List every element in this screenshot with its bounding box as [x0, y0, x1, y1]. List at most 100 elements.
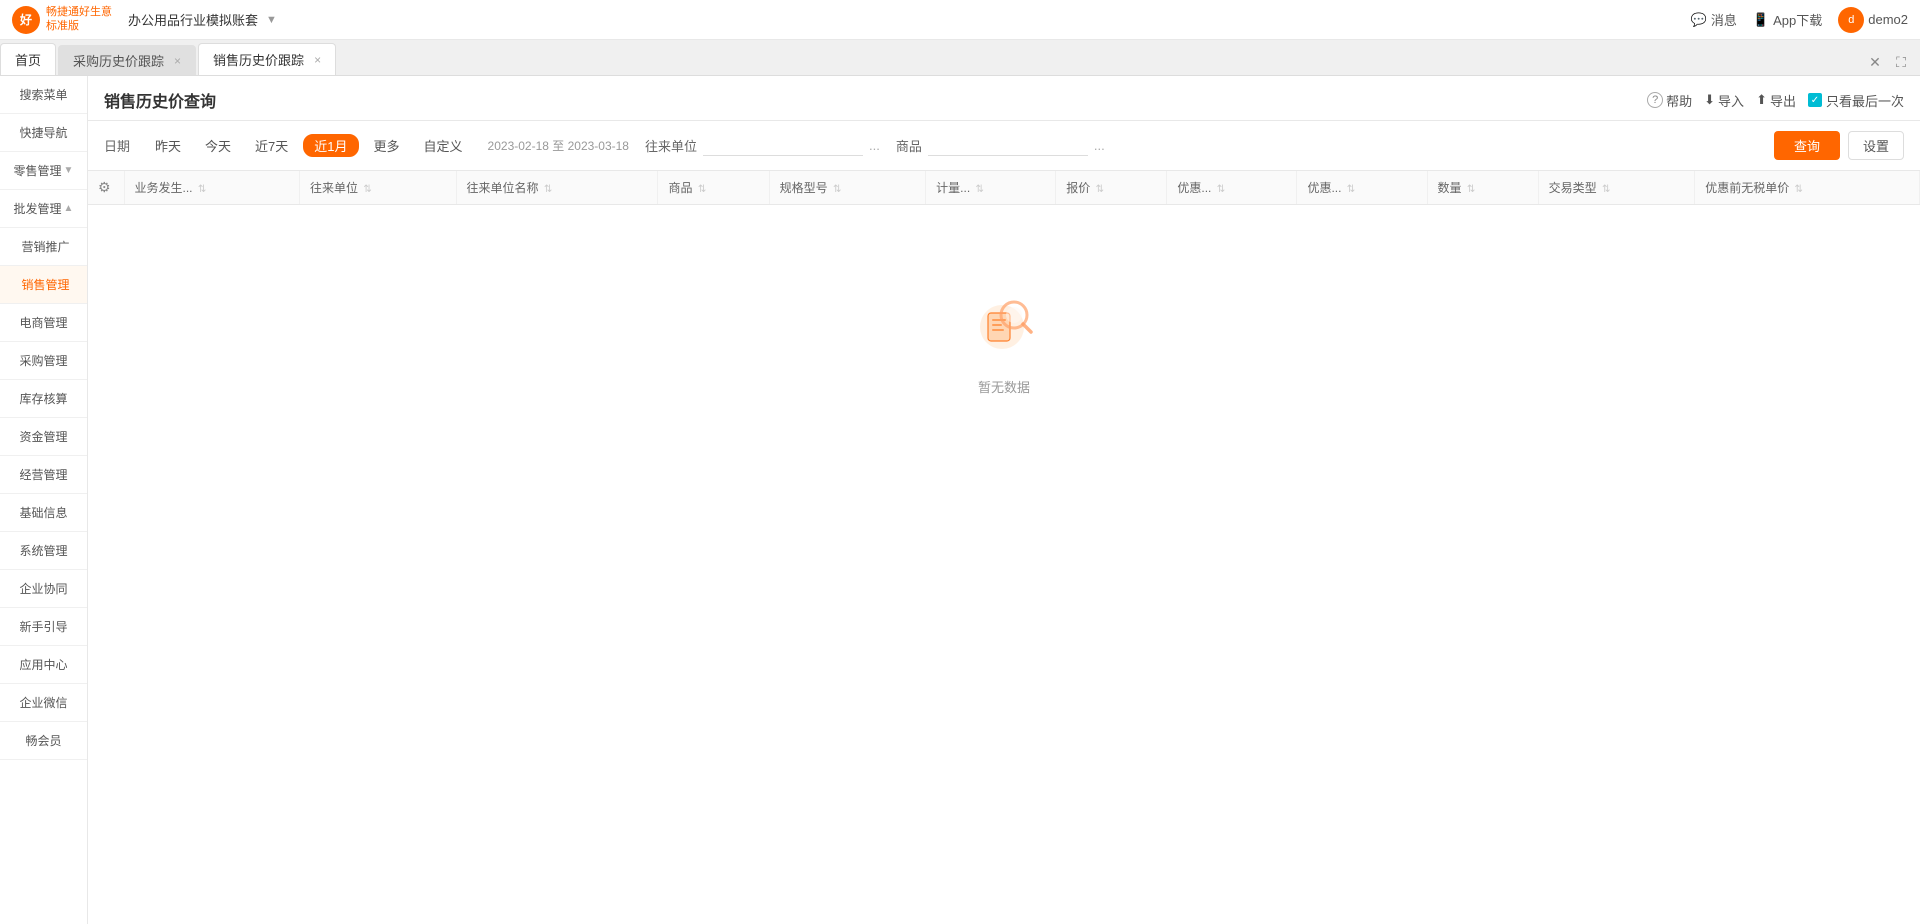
sort-biz-date-icon: ⇅ [198, 184, 206, 195]
th-quantity[interactable]: 数量 ⇅ [1427, 171, 1538, 205]
sidebar-item-inventory[interactable]: 库存核算 [0, 380, 87, 418]
filter-area: 日期 昨天 今天 近7天 近1月 更多 自定义 2023-02-18 至 202… [88, 121, 1920, 171]
help-btn[interactable]: ? 帮助 [1647, 91, 1692, 110]
page-title: 销售历史价查询 [104, 88, 216, 112]
sidebar-item-system[interactable]: 系统管理 [0, 532, 87, 570]
sort-trade-type-icon: ⇅ [1602, 184, 1610, 195]
page-header: 销售历史价查询 ? 帮助 ⬇ 导入 ⬆ 导出 只看最后一次 [88, 76, 1920, 121]
th-biz-date[interactable]: 业务发生... ⇅ [124, 171, 299, 205]
sort-spec-icon: ⇅ [833, 184, 841, 195]
help-icon: ? [1647, 92, 1663, 108]
tab-sales-history[interactable]: 销售历史价跟踪 × [198, 43, 336, 75]
main-layout: 搜索菜单 快捷导航 零售管理 ▼ 批发管理 ▲ 营销推广 销售管理 电商管理 采… [0, 76, 1920, 924]
sort-partner-name-icon: ⇅ [544, 184, 552, 195]
logo-icon: 好 [12, 6, 40, 34]
app-download-icon: 📱 [1753, 12, 1769, 28]
close-all-tabs-btn[interactable]: ✕ [1864, 51, 1886, 73]
export-btn[interactable]: ⬆ 导出 [1756, 91, 1796, 110]
data-table: ⚙ 业务发生... ⇅ 往来单位 ⇅ 往来单位名称 ⇅ [88, 171, 1920, 205]
date-yesterday-btn[interactable]: 昨天 [146, 133, 190, 158]
sort-discount1-icon: ⇅ [1217, 184, 1225, 195]
th-partner-code[interactable]: 往来单位 ⇅ [299, 171, 456, 205]
table-container: ⚙ 业务发生... ⇅ 往来单位 ⇅ 往来单位名称 ⇅ [88, 171, 1920, 924]
date-filter-label: 日期 [104, 136, 130, 155]
sidebar-item-search-menu[interactable]: 搜索菜单 [0, 76, 87, 114]
goods-filter-input[interactable] [928, 136, 1088, 156]
sidebar-item-quick-nav[interactable]: 快捷导航 [0, 114, 87, 152]
only-last-checkbox-label[interactable]: 只看最后一次 [1808, 91, 1904, 110]
date-last7-btn[interactable]: 近7天 [246, 133, 297, 158]
content: 销售历史价查询 ? 帮助 ⬇ 导入 ⬆ 导出 只看最后一次 [88, 76, 1920, 924]
th-pre-tax-price[interactable]: 优惠前无税单价 ⇅ [1695, 171, 1920, 205]
th-quote[interactable]: 报价 ⇅ [1056, 171, 1167, 205]
partner-filter-input[interactable] [703, 136, 863, 156]
chevron-up-icon: ▲ [64, 203, 74, 214]
th-unit[interactable]: 计量... ⇅ [926, 171, 1056, 205]
sort-unit-icon: ⇅ [976, 184, 984, 195]
sidebar-item-ecommerce[interactable]: 电商管理 [0, 304, 87, 342]
goods-filter-dots[interactable]: ... [1094, 138, 1105, 153]
table-header-row: ⚙ 业务发生... ⇅ 往来单位 ⇅ 往来单位名称 ⇅ [88, 171, 1920, 205]
th-partner-name[interactable]: 往来单位名称 ⇅ [456, 171, 658, 205]
tab-purchase-history-close[interactable]: × [174, 54, 181, 68]
partner-filter-dots[interactable]: ... [869, 138, 880, 153]
export-icon: ⬆ [1756, 92, 1767, 108]
date-today-btn[interactable]: 今天 [196, 133, 240, 158]
filter-actions: 查询 设置 [1774, 131, 1904, 160]
tab-sales-history-close[interactable]: × [314, 53, 321, 67]
message-icon: 💬 [1691, 12, 1707, 28]
sidebar-item-marketing[interactable]: 营销推广 [0, 228, 87, 266]
sidebar-item-retail-mgmt[interactable]: 零售管理 ▼ [0, 152, 87, 190]
sidebar-item-vip[interactable]: 畅会员 [0, 722, 87, 760]
th-spec[interactable]: 规格型号 ⇅ [769, 171, 926, 205]
sidebar-item-sales-mgmt[interactable]: 销售管理 [0, 266, 87, 304]
settings-btn[interactable]: 设置 [1848, 131, 1904, 160]
sort-goods-icon: ⇅ [698, 184, 706, 195]
logo-area: 好 畅捷通好生意 标准版 [12, 6, 112, 34]
logo-text: 畅捷通好生意 标准版 [46, 6, 112, 32]
fullscreen-btn[interactable]: ⛶ [1890, 51, 1912, 73]
sidebar-item-finance[interactable]: 资金管理 [0, 418, 87, 456]
sidebar-item-basic-info[interactable]: 基础信息 [0, 494, 87, 532]
tab-home[interactable]: 首页 [0, 43, 56, 75]
empty-image [964, 285, 1044, 365]
sort-partner-code-icon: ⇅ [363, 184, 371, 195]
app-title-dropdown[interactable]: ▼ [266, 14, 277, 26]
user-profile[interactable]: d demo2 [1838, 7, 1908, 33]
sidebar-item-purchase[interactable]: 采购管理 [0, 342, 87, 380]
sidebar-item-wholesale-mgmt[interactable]: 批发管理 ▲ [0, 190, 87, 228]
th-trade-type[interactable]: 交易类型 ⇅ [1538, 171, 1695, 205]
import-btn[interactable]: ⬇ 导入 [1704, 91, 1744, 110]
date-custom-btn[interactable]: 自定义 [415, 133, 472, 158]
filter-dates: 昨天 今天 近7天 近1月 更多 自定义 2023-02-18 至 2023-0… [146, 133, 629, 158]
date-range-text: 2023-02-18 至 2023-03-18 [488, 137, 629, 154]
topbar: 好 畅捷通好生意 标准版 办公用品行业模拟账套 ▼ 💬 消息 📱 App下载 d… [0, 0, 1920, 40]
query-btn[interactable]: 查询 [1774, 131, 1840, 160]
table-settings-icon[interactable]: ⚙ [98, 179, 111, 195]
empty-state: 暂无数据 [88, 205, 1920, 476]
message-btn[interactable]: 💬 消息 [1691, 10, 1737, 29]
partner-filter-label: 往来单位 [645, 136, 697, 155]
sidebar-item-enterprise-collab[interactable]: 企业协同 [0, 570, 87, 608]
empty-text: 暂无数据 [978, 377, 1030, 396]
chevron-down-icon: ▼ [64, 165, 74, 176]
date-last1m-btn[interactable]: 近1月 [303, 134, 358, 157]
sort-pre-tax-price-icon: ⇅ [1795, 184, 1803, 195]
sidebar-item-guide[interactable]: 新手引导 [0, 608, 87, 646]
sidebar-item-operation[interactable]: 经营管理 [0, 456, 87, 494]
app-download-btn[interactable]: 📱 App下载 [1753, 10, 1822, 29]
tab-purchase-history[interactable]: 采购历史价跟踪 × [58, 45, 196, 75]
topbar-left: 好 畅捷通好生意 标准版 办公用品行业模拟账套 ▼ [12, 6, 277, 34]
topbar-right: 💬 消息 📱 App下载 d demo2 [1691, 7, 1908, 33]
sidebar-item-app-center[interactable]: 应用中心 [0, 646, 87, 684]
th-discount2[interactable]: 优惠... ⇅ [1297, 171, 1427, 205]
th-goods[interactable]: 商品 ⇅ [658, 171, 769, 205]
partner-filter-group: 往来单位 ... [645, 136, 880, 156]
th-settings: ⚙ [88, 171, 124, 205]
th-discount1[interactable]: 优惠... ⇅ [1167, 171, 1297, 205]
sidebar-item-enterprise-wechat[interactable]: 企业微信 [0, 684, 87, 722]
goods-filter-group: 商品 ... [896, 136, 1105, 156]
date-more-btn[interactable]: 更多 [365, 133, 409, 158]
only-last-checkbox[interactable] [1808, 93, 1822, 107]
tabbar-right: ✕ ⛶ [1864, 51, 1920, 75]
